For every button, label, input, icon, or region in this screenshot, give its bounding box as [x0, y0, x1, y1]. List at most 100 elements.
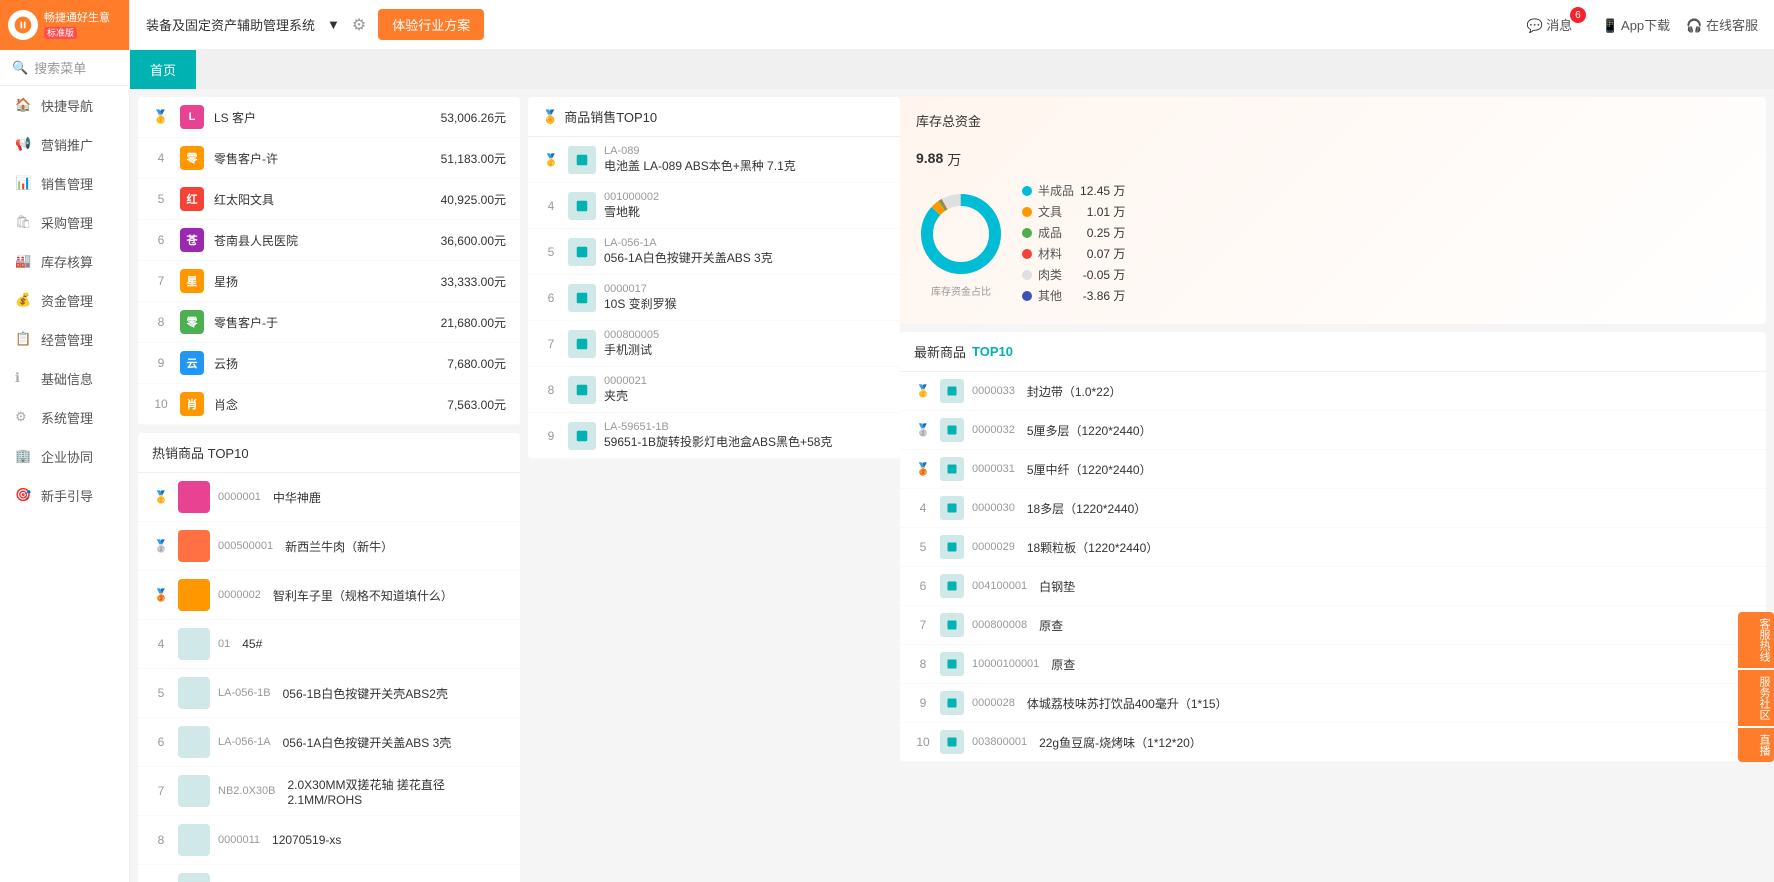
chart-area: 库存资金占比 半成品 12.45 万 文具 1.01 万: [916, 182, 1750, 304]
product-code: 001000002: [604, 191, 886, 203]
rank-number: 4: [152, 151, 170, 165]
customer-rank-item: 9 云 云扬 7,680.00元: [138, 343, 520, 384]
product-rank: 9: [542, 429, 560, 443]
message-label: 消息: [1546, 18, 1572, 33]
tab-home[interactable]: 首页: [130, 50, 196, 89]
rank-number: 8: [152, 315, 170, 329]
ops-icon: 📋: [15, 331, 33, 349]
customer-rank-item: 7 星 星扬 33,333.00元: [138, 261, 520, 302]
app-download[interactable]: 📱 App下载: [1602, 15, 1670, 34]
medal-icon: 🥇: [152, 109, 170, 125]
sidebar: 畅捷通好生意 标准版 🔍 搜索菜单 🏠 快捷导航 📢 营销推广 📊 销售管理 🛍…: [0, 0, 130, 882]
np-code: 0000028: [972, 697, 1015, 709]
np-code: 10000100001: [972, 658, 1039, 670]
product-rank: 5: [542, 245, 560, 259]
sidebar-item-base-info[interactable]: ℹ 基础信息: [0, 359, 129, 398]
new-products-title: 最新商品: [914, 342, 966, 361]
sidebar-item-quick-nav[interactable]: 🏠 快捷导航: [0, 86, 129, 125]
legend-val: -3.86 万: [1083, 287, 1126, 304]
customer-value: 7,680.00元: [447, 355, 506, 372]
rank-number: 10: [152, 397, 170, 411]
hot-product-name: 智利车子里（规格不知道填什么）: [273, 587, 453, 604]
product-rank: 8: [542, 383, 560, 397]
hot-product-img: [178, 824, 210, 856]
hot-product-img: [178, 873, 210, 882]
hot-products-list: 🥇 0000001 中华神鹿 🥈 000500001 新西兰牛肉（新牛） 🥉: [138, 473, 520, 882]
hot-product-item: 4 01 45#: [138, 620, 520, 669]
np-rank: 🥇: [914, 384, 932, 398]
legend-item: 文具 1.01 万: [1022, 203, 1125, 220]
hot-product-img: [178, 726, 210, 758]
customer-name: 零售客户-许: [214, 150, 431, 167]
product-info: 0000021 夹壳: [604, 375, 886, 404]
tab-bar: 首页: [130, 50, 1774, 89]
new-product-item: 9 0000028 体城荔枝味苏打饮品400毫升（1*15）: [900, 684, 1766, 723]
customer-name: 红太阳文具: [214, 191, 431, 208]
hot-product-code: 0000001: [218, 491, 261, 503]
message-badge: 6: [1570, 7, 1586, 23]
sidebar-search[interactable]: 🔍 搜索菜单: [0, 50, 129, 86]
product-icon: [568, 376, 596, 404]
legend-item: 其他 -3.86 万: [1022, 287, 1125, 304]
customer-rank-item: 8 零 零售客户-于 21,680.00元: [138, 302, 520, 343]
trial-button[interactable]: 体验行业方案: [378, 9, 484, 40]
sidebar-nav: 🏠 快捷导航 📢 营销推广 📊 销售管理 🛍 采购管理 🏭 库存核算 💰 资金管…: [0, 86, 129, 515]
enterprise-icon: 🏢: [15, 448, 33, 466]
hot-rank: 4: [152, 637, 170, 651]
legend-name: 成品: [1038, 224, 1081, 241]
hot-product-img: [178, 775, 210, 807]
product-info: LA-056-1A 056-1A白色按键开关盖ABS 3克: [604, 237, 886, 266]
rank-number: 7: [152, 274, 170, 288]
product-info: 000800005 手机测试: [604, 329, 886, 358]
dropdown-arrow[interactable]: ▼: [327, 17, 340, 32]
np-code: 0000031: [972, 463, 1015, 475]
service-desk-btn[interactable]: 直播: [1738, 728, 1774, 762]
customer-rank-item: 4 零 零售客户-许 51,183.00元: [138, 138, 520, 179]
sidebar-item-inventory[interactable]: 🏭 库存核算: [0, 242, 129, 281]
legend-name: 材料: [1038, 245, 1081, 262]
chart-legend: 半成品 12.45 万 文具 1.01 万 成品 0.25 万: [1022, 182, 1125, 304]
sidebar-item-purchase[interactable]: 🛍 采购管理: [0, 203, 129, 242]
product-item: 4 001000002 雪地靴: [528, 183, 900, 229]
legend-name: 半成品: [1038, 182, 1074, 199]
service-community-btn[interactable]: 服务社区: [1738, 670, 1774, 726]
sidebar-item-sys-manage[interactable]: ⚙ 系统管理: [0, 398, 129, 437]
new-products-header: 最新商品 TOP10: [900, 332, 1766, 372]
np-name: 22g鱼豆腐-烧烤味（1*12*20）: [1039, 734, 1202, 751]
hot-product-name: 中华神鹿: [273, 489, 321, 506]
sidebar-item-finance[interactable]: 💰 资金管理: [0, 281, 129, 320]
settings-icon[interactable]: ⚙: [352, 15, 366, 35]
logo-text: 畅捷通好生意: [44, 11, 110, 25]
customer-value: 7,563.00元: [447, 396, 506, 413]
customer-name: 肖念: [214, 396, 437, 413]
customer-name: 零售客户-于: [214, 314, 431, 331]
sidebar-item-marketing[interactable]: 📢 营销推广: [0, 125, 129, 164]
warehouse-icon: 🏭: [15, 253, 33, 271]
customer-rank-item: 6 苍 苍南县人民医院 36,600.00元: [138, 220, 520, 261]
product-item: 9 LA-59651-1B 59651-1B旋转投影灯电池盒ABS黑色+58克: [528, 413, 900, 459]
sidebar-item-enterprise[interactable]: 🏢 企业协同: [0, 437, 129, 476]
customer-name: 云扬: [214, 355, 437, 372]
new-product-item: 4 0000030 18多层（1220*2440）: [900, 489, 1766, 528]
np-icon: [940, 730, 964, 754]
np-icon: [940, 574, 964, 598]
sidebar-item-sales[interactable]: 📊 销售管理: [0, 164, 129, 203]
message-area[interactable]: 💬 消息 6: [1526, 15, 1585, 34]
np-rank: 🥉: [914, 462, 932, 476]
np-name: 封边带（1.0*22）: [1027, 383, 1122, 400]
legend-dot: [1022, 249, 1032, 259]
megaphone-icon: 📢: [15, 136, 33, 154]
np-name: 18颗粒板（1220*2440）: [1027, 539, 1158, 556]
sidebar-item-guide[interactable]: 🎯 新手引导: [0, 476, 129, 515]
legend-val: 1.01 万: [1087, 203, 1126, 220]
inventory-unit: 万: [947, 150, 961, 170]
new-product-item: 7 000800008 原查: [900, 606, 1766, 645]
product-name: 电池盖 LA-089 ABS本色+黑种 7.1克: [604, 157, 886, 174]
online-service[interactable]: 🎧 在线客服: [1686, 15, 1758, 34]
gear-icon: ⚙: [15, 409, 33, 427]
np-name: 白钢垫: [1039, 578, 1075, 595]
product-code: 0000021: [604, 375, 886, 387]
sidebar-item-operations[interactable]: 📋 经营管理: [0, 320, 129, 359]
hot-rank: 7: [152, 784, 170, 798]
service-hotline-btn[interactable]: 客服热线: [1738, 612, 1774, 668]
